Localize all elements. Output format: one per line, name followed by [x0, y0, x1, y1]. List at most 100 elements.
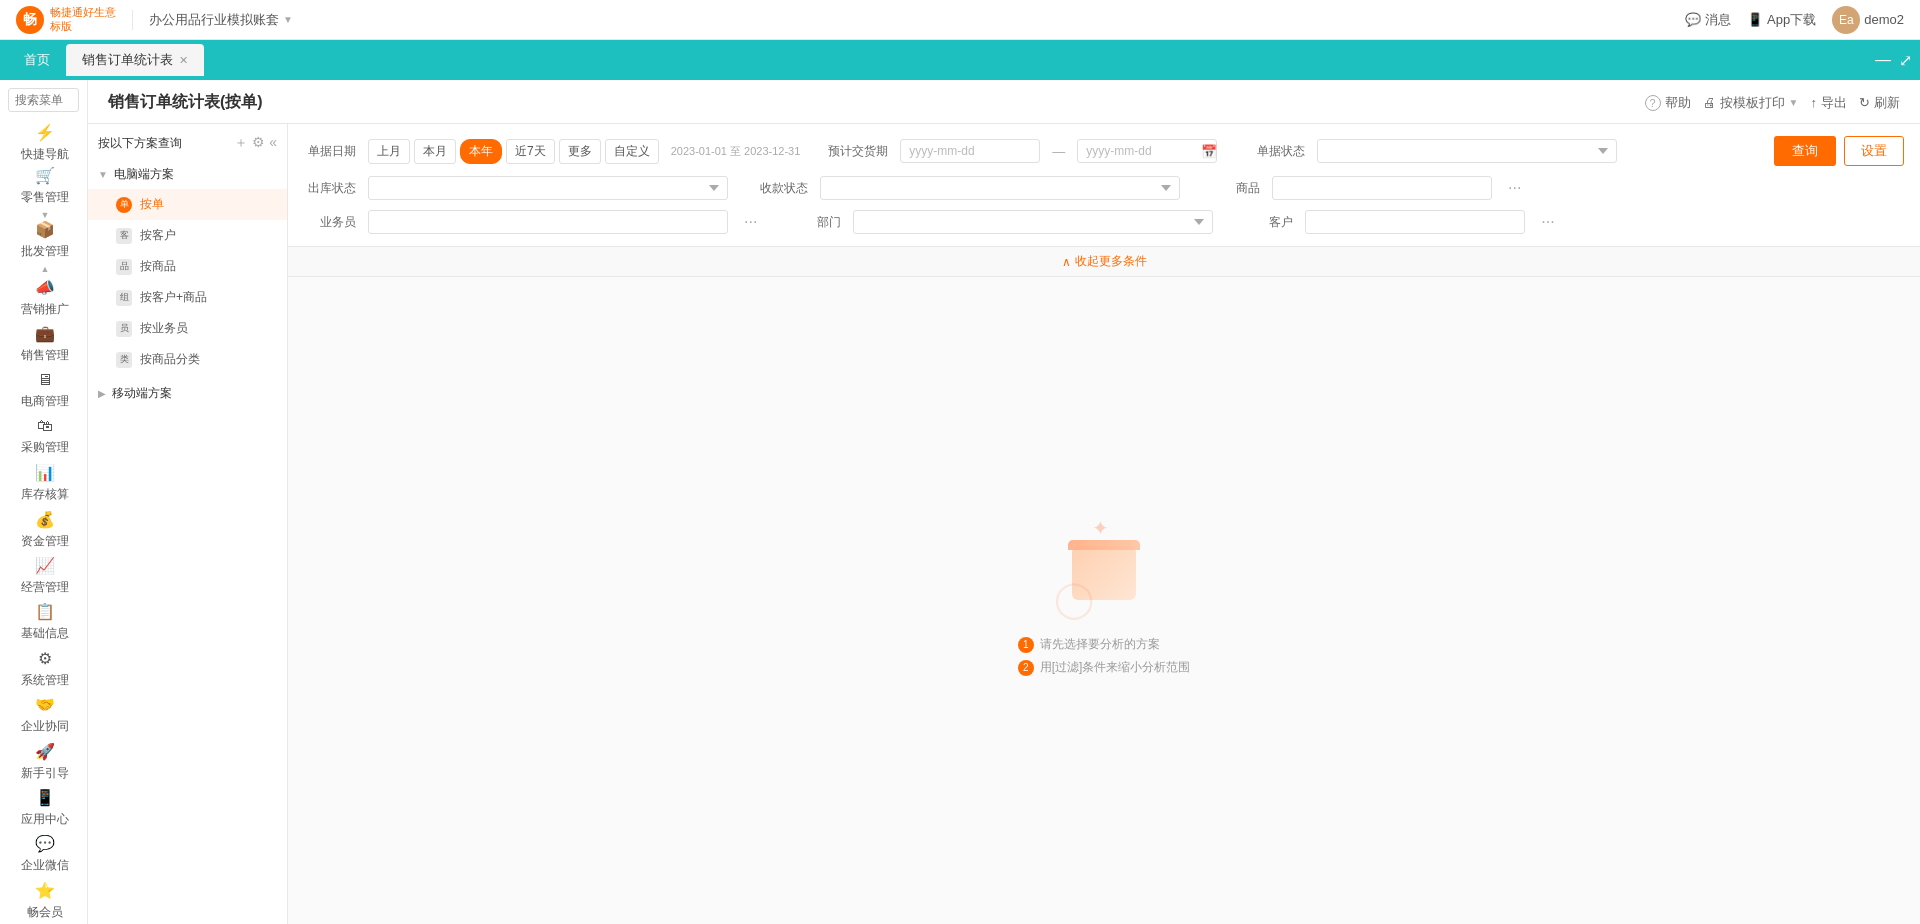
retail-arrow: ▼	[41, 210, 50, 220]
scheme-item-by-salesman[interactable]: 员 按业务员	[88, 313, 287, 344]
mobile-scheme-group-header[interactable]: ▶ 移动端方案	[88, 379, 287, 408]
app-download-button[interactable]: 📱 App下载	[1747, 11, 1816, 29]
logo-icon: 畅	[16, 6, 44, 34]
wechat-icon: 💬	[35, 834, 55, 853]
scheme-item-by-customer[interactable]: 客 按客户	[88, 220, 287, 251]
date-label: 单据日期	[304, 143, 356, 160]
collapse-panel-button[interactable]: «	[269, 134, 277, 152]
collapse-label: 收起更多条件	[1075, 253, 1147, 270]
this-year-btn[interactable]: 本年	[460, 139, 502, 164]
sidebar-item-system[interactable]: ⚙ 系统管理	[0, 646, 87, 692]
finance-icon: 💰	[35, 510, 55, 529]
settings-scheme-button[interactable]: ⚙	[252, 134, 265, 152]
tab-bar: 首页 销售订单统计表 ✕ — ⤢	[0, 40, 1920, 80]
receipt-status-select[interactable]	[820, 176, 1180, 200]
doc-status-label: 单据状态	[1253, 143, 1305, 160]
sidebar-item-basic[interactable]: 📋 基础信息	[0, 599, 87, 645]
salesman-input[interactable]	[368, 210, 728, 234]
empty-illustration: ✦ ◯	[1054, 520, 1154, 620]
message-button[interactable]: 💬 消息	[1685, 11, 1731, 29]
sidebar-item-wholesale[interactable]: 📦 批发管理 ▲	[0, 220, 87, 274]
template-print-button[interactable]: 🖨 按模板打印 ▼	[1703, 94, 1799, 112]
more-date-btn[interactable]: 更多	[559, 139, 601, 164]
last-month-btn[interactable]: 上月	[368, 139, 410, 164]
customer-more-icon[interactable]: ···	[1537, 213, 1558, 231]
customer-input[interactable]	[1305, 210, 1525, 234]
product-more-icon[interactable]: ···	[1504, 179, 1525, 197]
scheme-item-by-product[interactable]: 品 按商品	[88, 251, 287, 282]
right-content: 单据日期 上月 本月 本年 近7天 更多 自定义 2023-01-01 至 20…	[288, 124, 1920, 924]
filter-row-3: 业务员 ··· 部门 客户 ···	[304, 210, 1904, 234]
wholesale-label: 批发管理	[21, 243, 69, 260]
calendar-icon-1[interactable]: 📅	[1201, 144, 1217, 159]
page-title-select[interactable]: 办公用品行业模拟账套 ▼	[149, 11, 293, 29]
refresh-label: 刷新	[1874, 94, 1900, 112]
empty-hint-2: 2 用[过滤]条件来缩小分析范围	[1018, 659, 1191, 676]
tab-close-icon[interactable]: ✕	[179, 54, 188, 67]
salesman-more-icon[interactable]: ···	[740, 213, 761, 231]
sidebar-item-sales[interactable]: 💼 销售管理	[0, 321, 87, 367]
help-button[interactable]: ? 帮助	[1645, 94, 1691, 112]
tab-sales-order[interactable]: 销售订单统计表 ✕	[66, 44, 204, 76]
ship-status-select[interactable]	[368, 176, 728, 200]
sidebar-item-shortcuts[interactable]: ⚡ 快捷导航	[0, 120, 87, 166]
basic-label: 基础信息	[21, 625, 69, 642]
add-scheme-button[interactable]: ＋	[234, 134, 248, 152]
hint-1-num: 1	[1018, 637, 1034, 653]
sidebar-item-member[interactable]: ⭐ 畅会员	[0, 878, 87, 924]
expected-delivery-start[interactable]	[900, 139, 1040, 163]
wholesale-arrow: ▲	[41, 264, 50, 274]
sidebar-item-operation[interactable]: 📈 经营管理	[0, 553, 87, 599]
ship-status-label: 出库状态	[304, 180, 356, 197]
sidebar-item-apps[interactable]: 📱 应用中心	[0, 785, 87, 831]
window-maximize-button[interactable]: ⤢	[1899, 51, 1912, 70]
apps-label: 应用中心	[21, 811, 69, 828]
refresh-button[interactable]: ↻ 刷新	[1859, 94, 1900, 112]
top-bar: 畅 畅捷通好生意 标版 办公用品行业模拟账套 ▼ 💬 消息 📱 App下载 Ea…	[0, 0, 1920, 40]
window-minimize-button[interactable]: —	[1875, 51, 1891, 69]
search-input[interactable]	[8, 88, 79, 112]
product-input[interactable]	[1272, 176, 1492, 200]
sidebar-item-marketing[interactable]: 📣 营销推广	[0, 274, 87, 320]
sidebar-item-retail[interactable]: 🛒 零售管理 ▼	[0, 166, 87, 220]
finance-label: 资金管理	[21, 533, 69, 550]
custom-date-btn[interactable]: 自定义	[605, 139, 659, 164]
settings-button[interactable]: 设置	[1844, 136, 1904, 166]
department-select[interactable]	[853, 210, 1213, 234]
sidebar-item-wechat[interactable]: 💬 企业微信	[0, 831, 87, 877]
sidebar-item-newbie[interactable]: 🚀 新手引导	[0, 738, 87, 784]
search-button[interactable]: 查询	[1774, 136, 1836, 166]
expected-delivery-end[interactable]	[1077, 139, 1217, 163]
scheme-item-by-cust-prod[interactable]: 组 按客户+商品	[88, 282, 287, 313]
scheme-item-by-category[interactable]: 类 按商品分类	[88, 344, 287, 375]
by-cust-prod-label: 按客户+商品	[140, 289, 207, 306]
pc-scheme-group-header[interactable]: ▼ 电脑端方案	[88, 160, 287, 189]
sidebar-item-inventory[interactable]: 📊 库存核算	[0, 460, 87, 506]
tab-home[interactable]: 首页	[8, 44, 66, 76]
user-menu[interactable]: Ea demo2	[1832, 6, 1904, 34]
newbie-label: 新手引导	[21, 765, 69, 782]
last-7-btn[interactable]: 近7天	[506, 139, 555, 164]
operation-icon: 📈	[35, 556, 55, 575]
member-label: 畅会员	[27, 904, 63, 921]
sidebar-item-finance[interactable]: 💰 资金管理	[0, 506, 87, 552]
inventory-icon: 📊	[35, 463, 55, 482]
hint-2-num: 2	[1018, 660, 1034, 676]
date-buttons: 上月 本月 本年 近7天 更多 自定义	[368, 139, 659, 164]
logo-area: 畅 畅捷通好生意 标版	[16, 6, 116, 34]
mobile-group-label: 移动端方案	[112, 385, 172, 402]
help-icon: ?	[1645, 95, 1661, 111]
this-month-btn[interactable]: 本月	[414, 139, 456, 164]
export-icon: ↑	[1811, 95, 1818, 110]
doc-status-select[interactable]	[1317, 139, 1617, 163]
sidebar-item-ecommerce[interactable]: 🖥 电商管理	[0, 367, 87, 413]
inner-layout: 按以下方案查询 ＋ ⚙ « ▼ 电脑端方案 单 按单	[88, 124, 1920, 924]
collapse-bar[interactable]: ∧ 收起更多条件	[288, 247, 1920, 277]
sidebar-item-enterprise[interactable]: 🤝 企业协同	[0, 692, 87, 738]
template-print-label: 按模板打印	[1720, 94, 1785, 112]
scheme-item-by-order[interactable]: 单 按单	[88, 189, 287, 220]
sidebar-item-purchase[interactable]: 🛍 采购管理	[0, 414, 87, 460]
retail-icon: 🛒	[35, 166, 55, 185]
export-label: 导出	[1821, 94, 1847, 112]
export-button[interactable]: ↑ 导出	[1811, 94, 1848, 112]
